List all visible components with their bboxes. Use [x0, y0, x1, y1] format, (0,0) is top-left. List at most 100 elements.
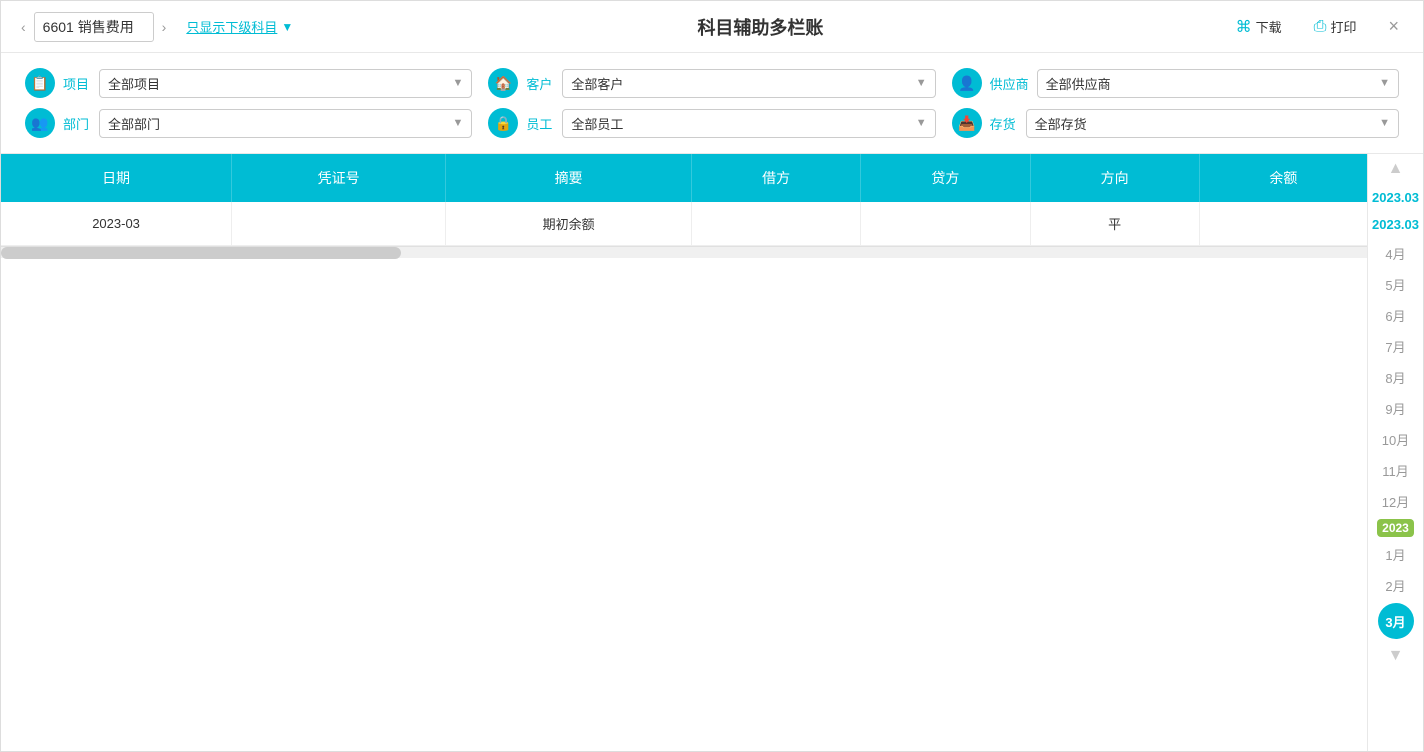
- customer-icon: 🏠: [495, 75, 512, 92]
- department-select[interactable]: 全部部门 ▼: [99, 109, 472, 138]
- page-title: 科目辅助多栏账: [293, 14, 1227, 40]
- customer-select-value: 全部客户: [571, 74, 623, 93]
- table-area[interactable]: 日期 凭证号 摘要 借方 贷方 方向 余额 2023-03 期初余额 平: [1, 154, 1367, 751]
- supplier-label: 供应商: [990, 74, 1029, 93]
- supplier-select-value: 全部供应商: [1046, 74, 1111, 93]
- customer-select-arrow-icon: ▼: [916, 77, 927, 89]
- employee-icon: 🔒: [495, 115, 512, 132]
- month-sidebar-inner: ▲ 2023.03 2023.03 4月 5月 6月 7月 8月 9月 10月 …: [1368, 154, 1423, 671]
- download-icon: ⌘: [1236, 17, 1252, 37]
- filter-supplier: 👤 供应商 全部供应商 ▼: [944, 63, 1407, 103]
- close-button[interactable]: ×: [1380, 12, 1407, 41]
- project-select-value: 全部项目: [108, 74, 160, 93]
- main-area: 日期 凭证号 摘要 借方 贷方 方向 余额 2023-03 期初余额 平: [1, 154, 1423, 751]
- month-range-start[interactable]: 2023.03: [1368, 184, 1423, 211]
- table-cell: 平: [1030, 202, 1199, 246]
- month-item-11[interactable]: 11月: [1368, 455, 1423, 486]
- table-row[interactable]: 2023-03 期初余额 平: [1, 202, 1367, 246]
- filter-employee: 🔒 员工 全部员工 ▼: [480, 103, 943, 143]
- show-sub-arrow-icon: ▼: [281, 20, 293, 34]
- month-item-8[interactable]: 8月: [1368, 362, 1423, 393]
- project-select[interactable]: 全部项目 ▼: [99, 69, 472, 98]
- filter-bar: 📋 项目 全部项目 ▼ 🏠 客户 全部客户 ▼ 👤 供应商 全部供: [1, 53, 1423, 154]
- department-icon: 👥: [31, 115, 48, 132]
- customer-select[interactable]: 全部客户 ▼: [562, 69, 935, 98]
- filter-department: 👥 部门 全部部门 ▼: [17, 103, 480, 143]
- month-item-4[interactable]: 4月: [1368, 238, 1423, 269]
- col-header-date: 日期: [1, 154, 232, 202]
- supplier-icon-wrap: 👤: [952, 68, 982, 98]
- data-table: 日期 凭证号 摘要 借方 贷方 方向 余额 2023-03 期初余额 平: [1, 154, 1367, 246]
- supplier-select[interactable]: 全部供应商 ▼: [1037, 69, 1399, 98]
- account-navigation: ‹ 6601 销售费用 ›: [17, 12, 170, 42]
- print-label: 打印: [1330, 17, 1356, 36]
- project-icon-wrap: 📋: [25, 68, 55, 98]
- show-sub-label: 只显示下级科目: [186, 17, 277, 36]
- horizontal-scrollbar-thumb[interactable]: [1, 247, 401, 259]
- main-window: ‹ 6601 销售费用 › 只显示下级科目 ▼ 科目辅助多栏账 ⌘ 下载 ⎙ 打…: [0, 0, 1424, 752]
- year-badge-2023[interactable]: 2023: [1377, 519, 1414, 537]
- project-select-arrow-icon: ▼: [452, 77, 463, 89]
- print-button[interactable]: ⎙ 打印: [1306, 13, 1365, 40]
- inventory-select-arrow-icon: ▼: [1379, 117, 1390, 129]
- customer-label: 客户: [526, 74, 554, 93]
- col-header-balance: 余额: [1199, 154, 1367, 202]
- table-header: 日期 凭证号 摘要 借方 贷方 方向 余额: [1, 154, 1367, 202]
- inventory-label: 存货: [990, 114, 1018, 133]
- col-header-summary: 摘要: [446, 154, 692, 202]
- department-icon-wrap: 👥: [25, 108, 55, 138]
- inventory-icon-wrap: 📥: [952, 108, 982, 138]
- table-body: 2023-03 期初余额 平: [1, 202, 1367, 246]
- table-cell: [232, 202, 446, 246]
- print-icon: ⎙: [1314, 18, 1327, 36]
- next-account-button[interactable]: ›: [158, 17, 171, 37]
- customer-icon-wrap: 🏠: [488, 68, 518, 98]
- download-label: 下载: [1256, 17, 1282, 36]
- employee-icon-wrap: 🔒: [488, 108, 518, 138]
- table-cell: 期初余额: [446, 202, 692, 246]
- col-header-voucher: 凭证号: [232, 154, 446, 202]
- month-item-6[interactable]: 6月: [1368, 300, 1423, 331]
- table-cell: [861, 202, 1030, 246]
- month-item-10[interactable]: 10月: [1368, 424, 1423, 455]
- inventory-select-value: 全部存货: [1035, 114, 1087, 133]
- sidebar-up-arrow[interactable]: ▲: [1368, 154, 1423, 184]
- month-item-5[interactable]: 5月: [1368, 269, 1423, 300]
- department-select-arrow-icon: ▼: [452, 117, 463, 129]
- table-header-row: 日期 凭证号 摘要 借方 贷方 方向 余额: [1, 154, 1367, 202]
- show-sub-toggle[interactable]: 只显示下级科目 ▼: [186, 17, 293, 36]
- top-actions: ⌘ 下载 ⎙ 打印 ×: [1228, 12, 1407, 41]
- month-range-end[interactable]: 2023.03: [1368, 211, 1423, 238]
- filter-project: 📋 项目 全部项目 ▼: [17, 63, 480, 103]
- inventory-icon: 📥: [958, 115, 975, 132]
- sidebar-down-arrow[interactable]: ▼: [1368, 641, 1423, 671]
- table-cell: [1199, 202, 1367, 246]
- col-header-debit: 借方: [692, 154, 861, 202]
- department-select-value: 全部部门: [108, 114, 160, 133]
- month-item-7[interactable]: 7月: [1368, 331, 1423, 362]
- col-header-direction: 方向: [1030, 154, 1199, 202]
- project-label: 项目: [63, 74, 91, 93]
- month-item-2[interactable]: 2月: [1368, 570, 1423, 601]
- employee-select-value: 全部员工: [571, 114, 623, 133]
- employee-select[interactable]: 全部员工 ▼: [562, 109, 935, 138]
- employee-label: 员工: [526, 114, 554, 133]
- month-item-1[interactable]: 1月: [1368, 539, 1423, 570]
- employee-select-arrow-icon: ▼: [916, 117, 927, 129]
- filter-customer: 🏠 客户 全部客户 ▼: [480, 63, 943, 103]
- project-icon: 📋: [31, 75, 48, 92]
- month-item-12[interactable]: 12月: [1368, 486, 1423, 517]
- inventory-select[interactable]: 全部存货 ▼: [1026, 109, 1399, 138]
- department-label: 部门: [63, 114, 91, 133]
- prev-account-button[interactable]: ‹: [17, 17, 30, 37]
- table-cell: [692, 202, 861, 246]
- month-item-3-active[interactable]: 3月: [1378, 603, 1414, 639]
- account-code-display: 6601 销售费用: [34, 12, 154, 42]
- col-header-credit: 贷方: [861, 154, 1030, 202]
- month-item-9[interactable]: 9月: [1368, 393, 1423, 424]
- horizontal-scrollbar[interactable]: [1, 246, 1367, 258]
- filter-inventory: 📥 存货 全部存货 ▼: [944, 103, 1407, 143]
- download-button[interactable]: ⌘ 下载: [1228, 13, 1290, 41]
- table-cell: 2023-03: [1, 202, 232, 246]
- top-bar: ‹ 6601 销售费用 › 只显示下级科目 ▼ 科目辅助多栏账 ⌘ 下载 ⎙ 打…: [1, 1, 1423, 53]
